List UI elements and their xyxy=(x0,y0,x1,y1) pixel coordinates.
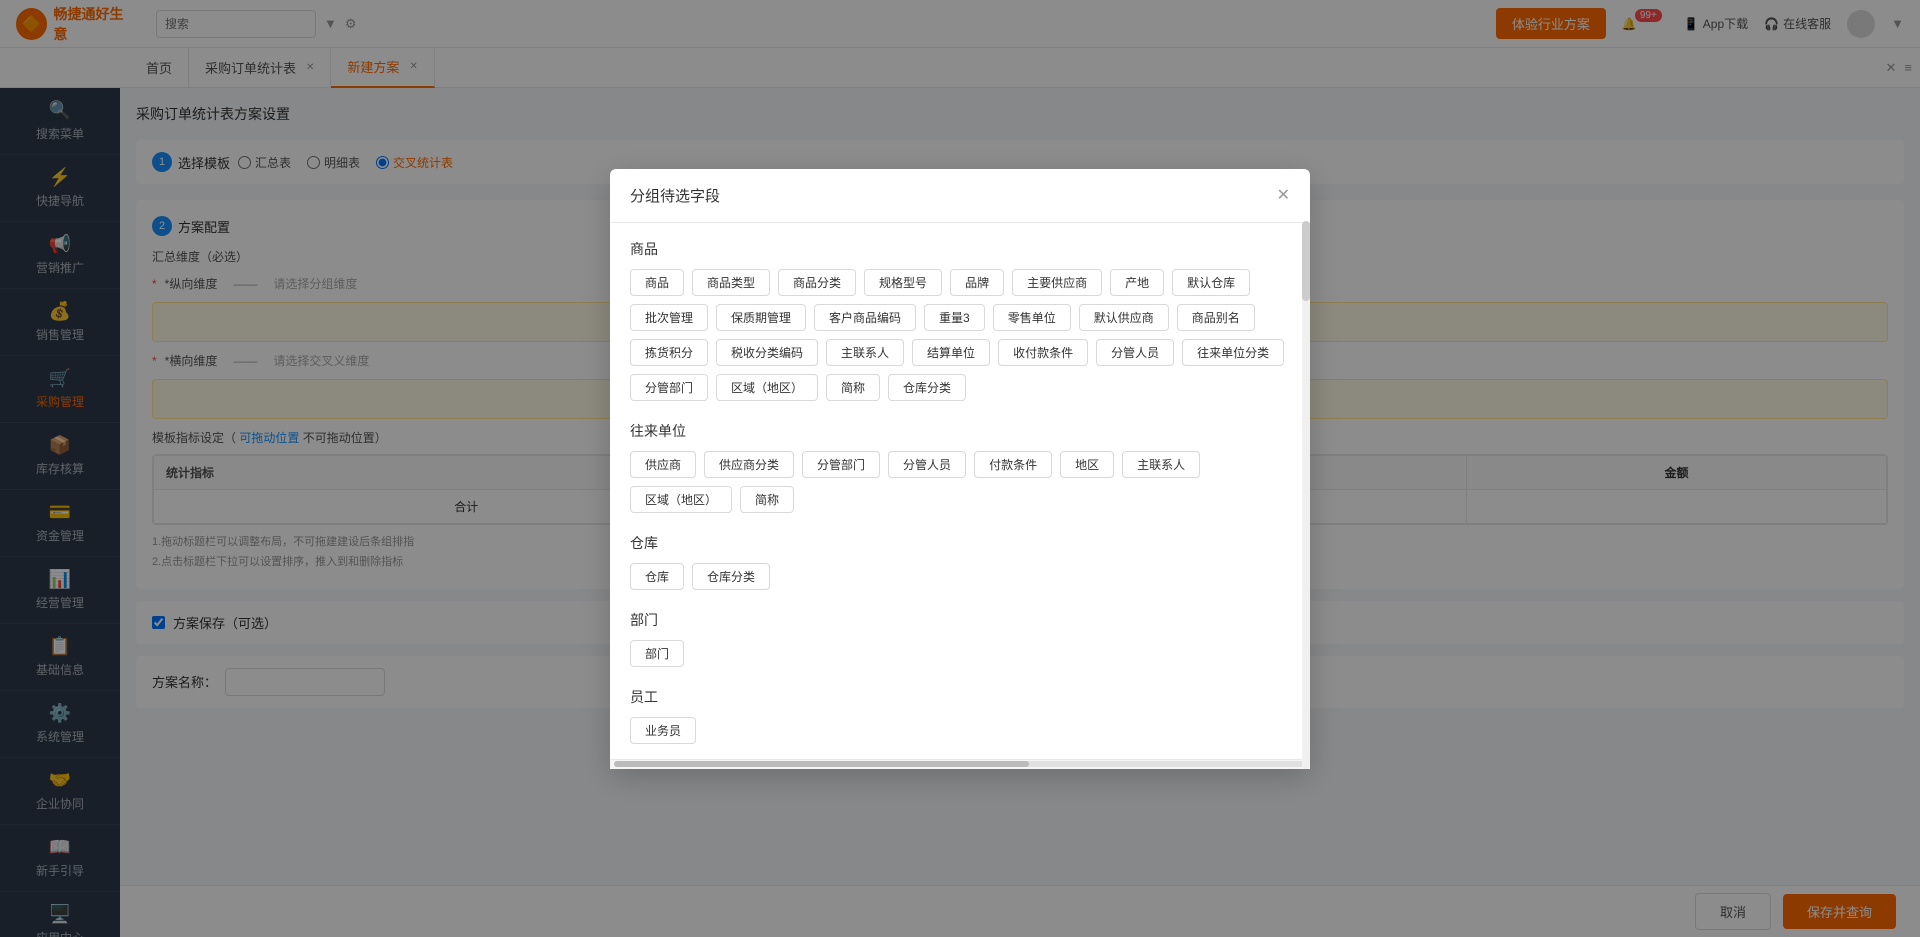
field-group-2: 仓库仓库仓库分类 xyxy=(630,533,1290,590)
field-tag-0-24[interactable]: 简称 xyxy=(826,374,880,401)
modal-close-button[interactable]: ✕ xyxy=(1277,185,1290,205)
field-tag-0-6[interactable]: 产地 xyxy=(1110,269,1164,296)
field-tag-0-9[interactable]: 保质期管理 xyxy=(716,304,806,331)
modal-hscroll xyxy=(610,759,1310,769)
field-group-title-0: 商品 xyxy=(630,239,1290,259)
field-tag-1-6[interactable]: 主联系人 xyxy=(1122,451,1200,478)
field-tags-1: 供应商供应商分类分管部门分管人员付款条件地区主联系人区域（地区） 简称 xyxy=(630,451,1290,513)
field-tag-0-13[interactable]: 默认供应商 xyxy=(1079,304,1169,331)
field-tag-4-0[interactable]: 业务员 xyxy=(630,717,696,744)
field-tag-1-7[interactable]: 区域（地区） xyxy=(630,486,732,513)
field-tag-1-8[interactable]: 简称 xyxy=(740,486,794,513)
field-tags-4: 业务员 xyxy=(630,717,1290,744)
field-tag-1-2[interactable]: 分管部门 xyxy=(802,451,880,478)
field-tag-0-16[interactable]: 税收分类编码 xyxy=(716,339,818,366)
field-group-title-4: 员工 xyxy=(630,687,1290,707)
field-tag-1-0[interactable]: 供应商 xyxy=(630,451,696,478)
field-tag-0-12[interactable]: 零售单位 xyxy=(993,304,1071,331)
field-tag-1-4[interactable]: 付款条件 xyxy=(974,451,1052,478)
field-tag-0-8[interactable]: 批次管理 xyxy=(630,304,708,331)
field-tag-0-15[interactable]: 拣货积分 xyxy=(630,339,708,366)
modal-body: 商品商品商品类型商品分类规格型号品牌主要供应商产地默认仓库批次管理保质期管理客户… xyxy=(610,223,1310,759)
modal-overlay[interactable]: 分组待选字段 ✕ 商品商品商品类型商品分类规格型号品牌主要供应商产地默认仓库批次… xyxy=(0,0,1920,937)
field-tag-0-1[interactable]: 商品类型 xyxy=(692,269,770,296)
field-tag-0-11[interactable]: 重量3 xyxy=(924,304,985,331)
modal-vscroll-thumb[interactable] xyxy=(1302,221,1310,301)
field-tags-3: 部门 xyxy=(630,640,1290,667)
field-group-1: 往来单位供应商供应商分类分管部门分管人员付款条件地区主联系人区域（地区） 简称 xyxy=(630,421,1290,513)
field-tag-1-5[interactable]: 地区 xyxy=(1060,451,1114,478)
modal-header: 分组待选字段 ✕ xyxy=(610,169,1310,223)
modal-title: 分组待选字段 xyxy=(630,185,720,206)
field-tag-0-4[interactable]: 品牌 xyxy=(950,269,1004,296)
field-tag-1-1[interactable]: 供应商分类 xyxy=(704,451,794,478)
field-tag-0-20[interactable]: 分管人员 xyxy=(1096,339,1174,366)
field-group-0: 商品商品商品类型商品分类规格型号品牌主要供应商产地默认仓库批次管理保质期管理客户… xyxy=(630,239,1290,401)
field-tag-0-2[interactable]: 商品分类 xyxy=(778,269,856,296)
field-tag-2-1[interactable]: 仓库分类 xyxy=(692,563,770,590)
field-tag-0-17[interactable]: 主联系人 xyxy=(826,339,904,366)
field-tag-0-19[interactable]: 收付款条件 xyxy=(998,339,1088,366)
field-tag-2-0[interactable]: 仓库 xyxy=(630,563,684,590)
field-group-4: 员工业务员 xyxy=(630,687,1290,744)
field-tags-0: 商品商品类型商品分类规格型号品牌主要供应商产地默认仓库批次管理保质期管理客户商品… xyxy=(630,269,1290,401)
hscroll-thumb[interactable] xyxy=(614,761,1029,767)
field-tag-1-3[interactable]: 分管人员 xyxy=(888,451,966,478)
field-tag-0-25[interactable]: 仓库分类 xyxy=(888,374,966,401)
field-tag-0-0[interactable]: 商品 xyxy=(630,269,684,296)
field-tag-0-23[interactable]: 区域（地区） xyxy=(716,374,818,401)
field-group-title-3: 部门 xyxy=(630,610,1290,630)
field-tag-0-7[interactable]: 默认仓库 xyxy=(1172,269,1250,296)
field-tag-0-21[interactable]: 往来单位分类 xyxy=(1182,339,1284,366)
field-tag-0-10[interactable]: 客户商品编码 xyxy=(814,304,916,331)
field-tag-0-14[interactable]: 商品别名 xyxy=(1177,304,1255,331)
field-tag-0-5[interactable]: 主要供应商 xyxy=(1012,269,1102,296)
hscroll-track xyxy=(614,761,1306,767)
field-tag-0-3[interactable]: 规格型号 xyxy=(864,269,942,296)
field-group-title-1: 往来单位 xyxy=(630,421,1290,441)
field-tag-0-22[interactable]: 分管部门 xyxy=(630,374,708,401)
modal: 分组待选字段 ✕ 商品商品商品类型商品分类规格型号品牌主要供应商产地默认仓库批次… xyxy=(610,169,1310,769)
modal-vscroll-track xyxy=(1302,221,1310,769)
field-group-title-2: 仓库 xyxy=(630,533,1290,553)
field-tag-0-18[interactable]: 结算单位 xyxy=(912,339,990,366)
field-tags-2: 仓库仓库分类 xyxy=(630,563,1290,590)
field-group-3: 部门部门 xyxy=(630,610,1290,667)
field-tag-3-0[interactable]: 部门 xyxy=(630,640,684,667)
